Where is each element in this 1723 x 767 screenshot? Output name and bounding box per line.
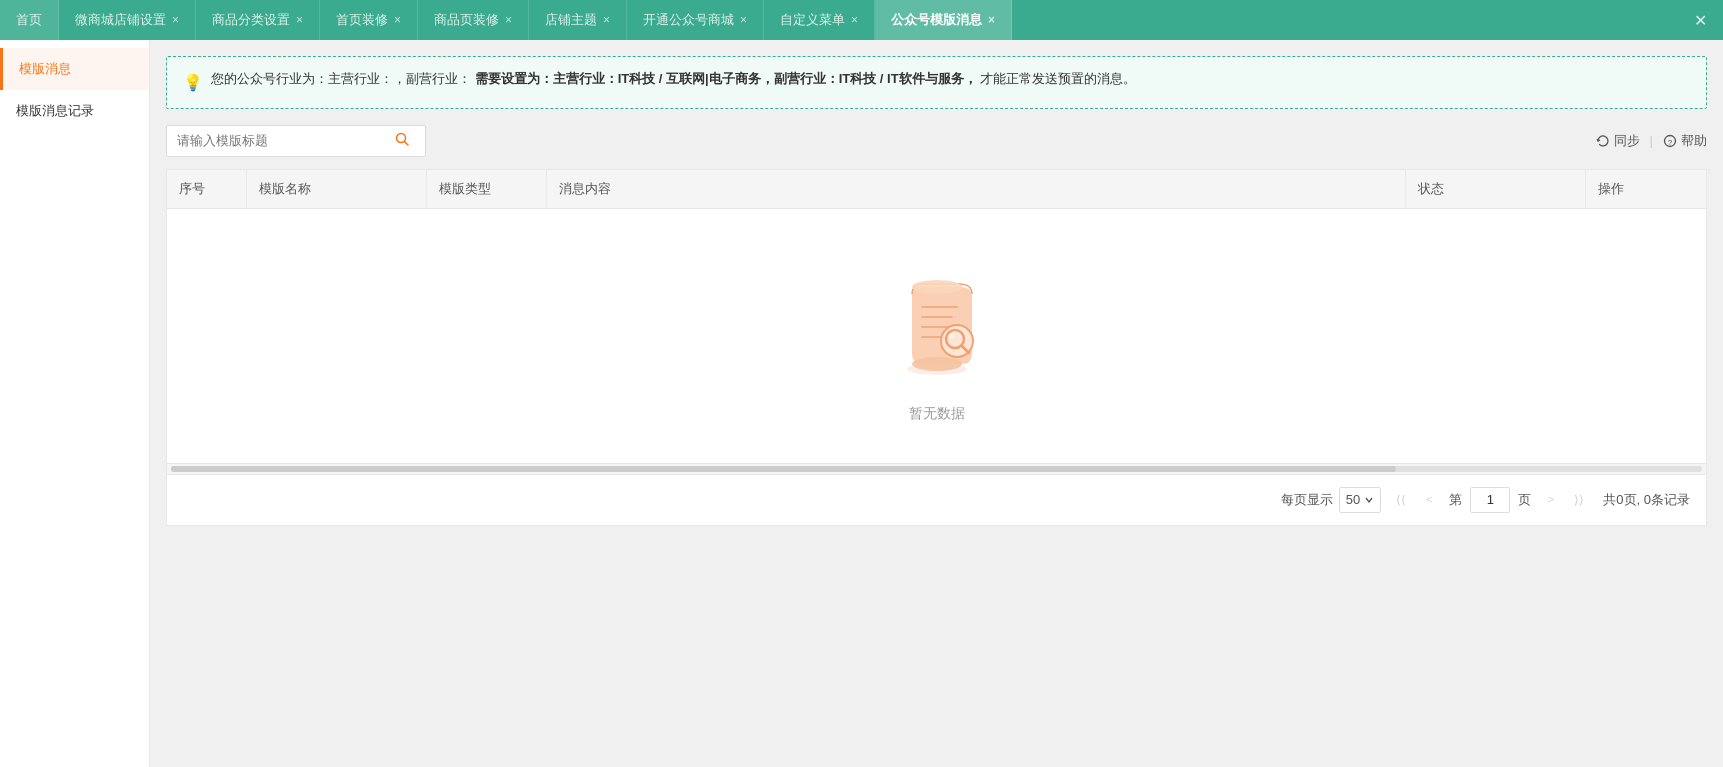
tab-wechat-shop-label: 微商城店铺设置 [75,11,166,29]
pagination-nav: ⟨⟨ ＜ 第 页 ＞ ⟩⟩ 共0页, 0条记录 [1389,487,1690,513]
tab-bar: 首页 微商城店铺设置 × 商品分类设置 × 首页装修 × 商品页装修 × 店铺主… [0,0,1723,40]
table-header: 序号 模版名称 模版类型 消息内容 状态 操作 [167,170,1706,209]
empty-text: 暂无数据 [909,405,965,423]
tab-product-decor-label: 商品页装修 [434,11,499,29]
page-number-input[interactable] [1470,487,1510,513]
scrollbar-area[interactable] [167,463,1706,475]
tab-product-category[interactable]: 商品分类设置 × [196,0,320,40]
per-page-value: 50 [1346,492,1360,507]
tab-wechat-shop[interactable]: 微商城店铺设置 × [59,0,196,40]
sync-icon [1596,134,1610,148]
tab-custom-menu-close[interactable]: × [851,13,858,27]
tab-home-decor-close[interactable]: × [394,13,401,27]
notice-prefix: 您的公众号行业为：主营行业：，副营行业： [211,71,471,86]
per-page-dropdown[interactable]: 50 [1339,487,1381,513]
search-bar: 同步 | ? 帮助 [166,125,1707,157]
tab-home[interactable]: 首页 [0,0,59,40]
tab-shop-theme[interactable]: 店铺主题 × [529,0,627,40]
sidebar-item-template-message-label: 模版消息 [19,61,71,76]
tab-template-msg-close[interactable]: × [988,13,995,27]
th-content: 消息内容 [547,170,1406,208]
next-page-button[interactable]: ＞ [1539,488,1563,512]
empty-illustration [877,269,997,389]
total-records-label: 共0页, 0条记录 [1603,491,1690,509]
tab-custom-menu-label: 自定义菜单 [780,11,845,29]
tab-shop-theme-close[interactable]: × [603,13,610,27]
notice-box: 💡 您的公众号行业为：主营行业：，副营行业： 需要设置为：主营行业：IT科技 /… [166,56,1707,109]
sidebar: 模版消息 模版消息记录 [0,40,150,767]
th-status: 状态 [1406,170,1586,208]
tab-custom-menu[interactable]: 自定义菜单 × [764,0,875,40]
global-close-button[interactable]: ✕ [1678,11,1723,30]
sidebar-item-template-message[interactable]: 模版消息 [0,48,149,90]
last-page-button[interactable]: ⟩⟩ [1567,488,1591,512]
prev-page-button[interactable]: ＜ [1417,488,1441,512]
per-page-select: 每页显示 50 [1281,487,1381,513]
pagination: 每页显示 50 ⟨⟨ ＜ 第 页 ＞ ⟩⟩ 共0页 [167,475,1706,525]
th-type: 模版类型 [427,170,547,208]
search-button[interactable] [387,132,417,149]
tab-product-decor[interactable]: 商品页装修 × [418,0,529,40]
svg-point-14 [949,333,954,338]
search-icon [395,132,409,146]
tab-template-msg-label: 公众号模版消息 [891,11,982,29]
tab-home-decor[interactable]: 首页装修 × [320,0,418,40]
search-input[interactable] [167,133,387,148]
notice-text: 您的公众号行业为：主营行业：，副营行业： 需要设置为：主营行业：IT科技 / 互… [211,69,1690,90]
help-button[interactable]: ? 帮助 [1663,132,1707,150]
svg-point-5 [912,280,962,294]
empty-state: 暂无数据 [167,209,1706,463]
svg-text:?: ? [1668,137,1673,146]
page-suffix-label: 页 [1518,491,1531,509]
data-table: 序号 模版名称 模版类型 消息内容 状态 操作 [166,169,1707,526]
sidebar-item-template-records[interactable]: 模版消息记录 [0,90,149,132]
notice-highlight: 需要设置为：主营行业：IT科技 / 互联网|电子商务，副营行业：IT科技 / I… [475,71,977,86]
page-prefix-label: 第 [1449,491,1462,509]
svg-line-1 [405,142,409,146]
content-area: 💡 您的公众号行业为：主营行业：，副营行业： 需要设置为：主营行业：IT科技 /… [150,40,1723,767]
scrollbar-thumb [171,466,1396,472]
notice-icon: 💡 [183,70,203,96]
main-layout: 模版消息 模版消息记录 💡 您的公众号行业为：主营行业：，副营行业： 需要设置为… [0,40,1723,767]
notice-suffix: 才能正常发送预置的消息。 [980,71,1136,86]
first-page-button[interactable]: ⟨⟨ [1389,488,1413,512]
tab-home-decor-label: 首页装修 [336,11,388,29]
search-input-wrap[interactable] [166,125,426,157]
help-icon: ? [1663,134,1677,148]
sidebar-item-template-records-label: 模版消息记录 [16,103,94,118]
th-name: 模版名称 [247,170,427,208]
tab-product-category-close[interactable]: × [296,13,303,27]
tab-open-mall-close[interactable]: × [740,13,747,27]
scrollbar-track [171,466,1702,472]
search-actions: 同步 | ? 帮助 [1596,132,1707,150]
tab-template-msg[interactable]: 公众号模版消息 × [875,0,1012,40]
tab-open-mall[interactable]: 开通公众号商城 × [627,0,764,40]
th-action: 操作 [1586,170,1706,208]
divider: | [1650,133,1653,148]
per-page-label: 每页显示 [1281,491,1333,509]
chevron-down-icon [1364,495,1374,505]
svg-point-6 [912,357,962,371]
tab-wechat-shop-close[interactable]: × [172,13,179,27]
sync-label: 同步 [1614,132,1640,150]
tab-shop-theme-label: 店铺主题 [545,11,597,29]
th-index: 序号 [167,170,247,208]
help-label: 帮助 [1681,132,1707,150]
tab-open-mall-label: 开通公众号商城 [643,11,734,29]
tab-product-category-label: 商品分类设置 [212,11,290,29]
tab-product-decor-close[interactable]: × [505,13,512,27]
tab-home-label: 首页 [16,11,42,29]
sync-button[interactable]: 同步 [1596,132,1640,150]
